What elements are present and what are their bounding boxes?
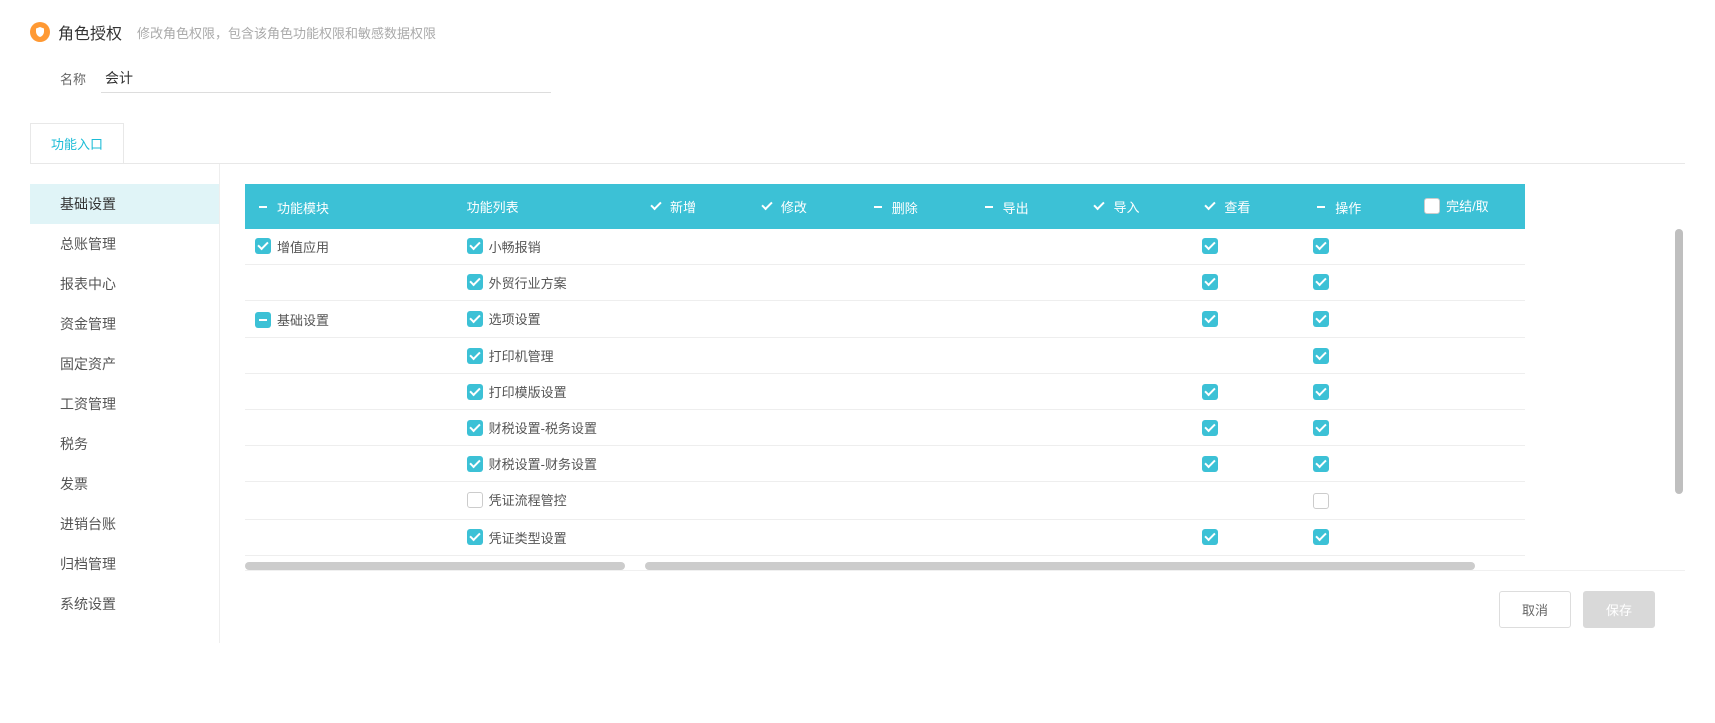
tabs: 功能入口	[30, 123, 1685, 164]
header-view-label: 查看	[1224, 197, 1250, 216]
tab-function-entry[interactable]: 功能入口	[30, 123, 124, 163]
header-checkbox-view[interactable]	[1202, 198, 1218, 214]
sidebar-item-6[interactable]: 税务	[30, 424, 219, 464]
table-row: 财税设置-税务设置	[245, 410, 1525, 446]
row-func-label: 选项设置	[489, 309, 541, 328]
header-export-label: 导出	[1003, 198, 1029, 217]
row-2-module-checkbox[interactable]	[255, 312, 271, 328]
row-8-view-checkbox[interactable]	[1202, 529, 1218, 545]
row-func-label: 小畅报销	[489, 237, 541, 256]
row-6-operate-checkbox[interactable]	[1313, 456, 1329, 472]
horizontal-scrollbar[interactable]	[245, 562, 1685, 570]
shield-icon	[30, 22, 50, 42]
sidebar-item-8[interactable]: 进销台账	[30, 504, 219, 544]
header-checkbox-export[interactable]	[981, 199, 997, 215]
header-checkbox-operate[interactable]	[1313, 199, 1329, 215]
table-row: 外贸行业方案	[245, 264, 1525, 300]
sidebar-item-0[interactable]: 基础设置	[30, 184, 219, 224]
header-checkbox-delete[interactable]	[870, 199, 886, 215]
header-checkbox-module[interactable]	[255, 199, 271, 215]
sidebar-item-1[interactable]: 总账管理	[30, 224, 219, 264]
vertical-scrollbar[interactable]	[1675, 229, 1683, 494]
header-func-label: 功能列表	[467, 200, 519, 215]
header-finish-label: 完结/取	[1446, 196, 1489, 215]
table-row: 增值应用 小畅报销	[245, 229, 1525, 265]
header-checkbox-import[interactable]	[1091, 198, 1107, 214]
row-func-label: 凭证类型设置	[489, 528, 567, 547]
table-wrapper[interactable]: 功能模块 功能列表 新增 修改 删除 导出 导入 查看 操作 完结/取 增值应用 小畅报销外贸行业方…	[245, 184, 1685, 556]
page-header: 角色授权 修改角色权限，包含该角色功能权限和敏感数据权限	[30, 20, 1685, 44]
page-title: 角色授权	[58, 20, 122, 44]
header-edit-label: 修改	[781, 197, 807, 216]
name-row: 名称	[60, 64, 1685, 93]
cancel-button[interactable]: 取消	[1499, 591, 1571, 628]
table-row: 凭证类型设置	[245, 519, 1525, 555]
row-func-label: 凭证流程管控	[489, 490, 567, 509]
row-0-module-checkbox[interactable]	[255, 238, 271, 254]
row-8-func-checkbox[interactable]	[467, 529, 483, 545]
row-0-func-checkbox[interactable]	[467, 238, 483, 254]
row-1-operate-checkbox[interactable]	[1313, 274, 1329, 290]
row-1-func-checkbox[interactable]	[467, 274, 483, 290]
sidebar: 基础设置总账管理报表中心资金管理固定资产工资管理税务发票进销台账归档管理系统设置	[30, 164, 220, 643]
header-delete-label: 删除	[892, 198, 918, 217]
sidebar-item-2[interactable]: 报表中心	[30, 264, 219, 304]
row-5-operate-checkbox[interactable]	[1313, 420, 1329, 436]
permission-table: 功能模块 功能列表 新增 修改 删除 导出 导入 查看 操作 完结/取 增值应用 小畅报销外贸行业方…	[245, 184, 1525, 556]
row-func-label: 打印模版设置	[489, 382, 567, 401]
row-6-view-checkbox[interactable]	[1202, 456, 1218, 472]
row-func-label: 外贸行业方案	[489, 273, 567, 292]
header-module-label: 功能模块	[277, 198, 329, 217]
row-2-view-checkbox[interactable]	[1202, 311, 1218, 327]
row-3-operate-checkbox[interactable]	[1313, 348, 1329, 364]
table-row: 打印模版设置	[245, 374, 1525, 410]
sidebar-item-5[interactable]: 工资管理	[30, 384, 219, 424]
row-1-view-checkbox[interactable]	[1202, 274, 1218, 290]
header-import-label: 导入	[1113, 197, 1139, 216]
row-4-func-checkbox[interactable]	[467, 384, 483, 400]
row-2-func-checkbox[interactable]	[467, 311, 483, 327]
header-checkbox-finish[interactable]	[1424, 198, 1440, 214]
row-4-view-checkbox[interactable]	[1202, 384, 1218, 400]
page-desc: 修改角色权限，包含该角色功能权限和敏感数据权限	[137, 23, 436, 42]
sidebar-item-4[interactable]: 固定资产	[30, 344, 219, 384]
main-panel: 功能模块 功能列表 新增 修改 删除 导出 导入 查看 操作 完结/取 增值应用 小畅报销外贸行业方…	[220, 164, 1685, 643]
header-checkbox-add[interactable]	[648, 198, 664, 214]
row-func-label: 财税设置-财务设置	[489, 454, 597, 473]
row-module-label: 基础设置	[277, 310, 329, 329]
table-row: 基础设置 选项设置	[245, 300, 1525, 338]
table-row: 凭证流程管控	[245, 482, 1525, 520]
name-label: 名称	[60, 69, 86, 88]
sidebar-item-10[interactable]: 系统设置	[30, 584, 219, 624]
row-7-func-checkbox[interactable]	[467, 492, 483, 508]
row-2-operate-checkbox[interactable]	[1313, 311, 1329, 327]
sidebar-item-7[interactable]: 发票	[30, 464, 219, 504]
header-operate-label: 操作	[1335, 198, 1361, 217]
row-8-operate-checkbox[interactable]	[1313, 529, 1329, 545]
row-4-operate-checkbox[interactable]	[1313, 384, 1329, 400]
row-3-func-checkbox[interactable]	[467, 348, 483, 364]
name-input[interactable]	[101, 64, 551, 93]
table-row: 财税设置-财务设置	[245, 446, 1525, 482]
row-5-view-checkbox[interactable]	[1202, 420, 1218, 436]
row-0-operate-checkbox[interactable]	[1313, 238, 1329, 254]
sidebar-item-9[interactable]: 归档管理	[30, 544, 219, 584]
table-row: 打印机管理	[245, 338, 1525, 374]
sidebar-item-3[interactable]: 资金管理	[30, 304, 219, 344]
header-add-label: 新增	[670, 197, 696, 216]
header-checkbox-edit[interactable]	[759, 198, 775, 214]
row-module-label: 增值应用	[277, 237, 329, 256]
footer: 取消 保存	[245, 570, 1685, 643]
row-7-operate-checkbox[interactable]	[1313, 493, 1329, 509]
row-func-label: 打印机管理	[489, 346, 554, 365]
save-button[interactable]: 保存	[1583, 591, 1655, 628]
row-6-func-checkbox[interactable]	[467, 456, 483, 472]
row-func-label: 财税设置-税务设置	[489, 418, 597, 437]
row-5-func-checkbox[interactable]	[467, 420, 483, 436]
row-0-view-checkbox[interactable]	[1202, 238, 1218, 254]
